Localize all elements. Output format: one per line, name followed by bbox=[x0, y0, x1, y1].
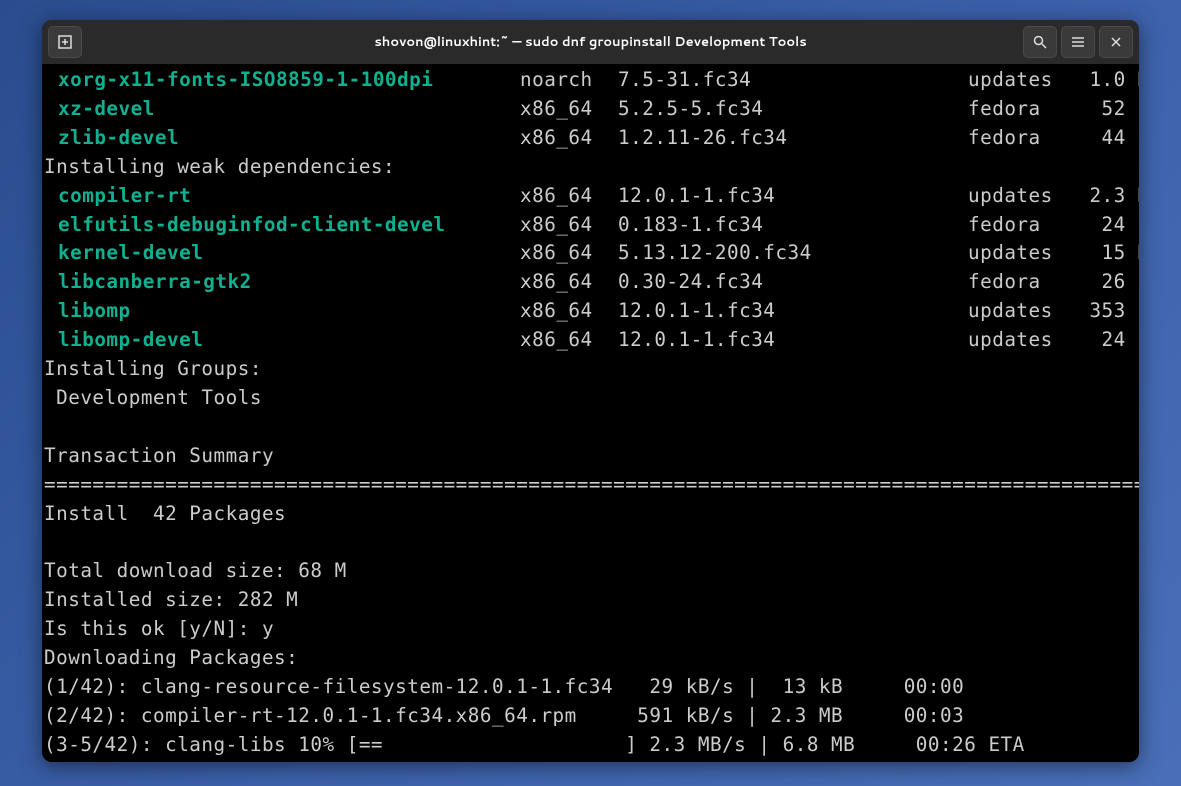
package-repo: fedora bbox=[968, 268, 1080, 297]
search-button[interactable] bbox=[1023, 26, 1057, 58]
package-repo: updates bbox=[968, 326, 1080, 355]
package-version: 12.0.1-1.fc34 bbox=[618, 326, 968, 355]
close-button[interactable] bbox=[1099, 26, 1133, 58]
package-size: 52 k bbox=[1080, 95, 1139, 124]
package-version: 12.0.1-1.fc34 bbox=[618, 297, 968, 326]
package-size: 24 k bbox=[1080, 326, 1139, 355]
text-line: Installed size: 282 M bbox=[44, 586, 1137, 615]
package-name: libcanberra-gtk2 bbox=[58, 268, 520, 297]
package-arch: x86_64 bbox=[520, 211, 618, 240]
package-row: xz-develx86_645.2.5-5.fc34fedora 52 k bbox=[44, 95, 1137, 124]
text-line: Installing Groups: bbox=[44, 355, 1137, 384]
package-arch: x86_64 bbox=[520, 326, 618, 355]
package-row: xorg-x11-fonts-ISO8859-1-100dpinoarch7.5… bbox=[44, 66, 1137, 95]
package-size: 26 k bbox=[1080, 268, 1139, 297]
package-row: libcanberra-gtk2x86_640.30-24.fc34fedora… bbox=[44, 268, 1137, 297]
package-arch: x86_64 bbox=[520, 239, 618, 268]
package-repo: fedora bbox=[968, 124, 1080, 153]
package-name: compiler-rt bbox=[58, 182, 520, 211]
package-row: zlib-develx86_641.2.11-26.fc34fedora 44 … bbox=[44, 124, 1137, 153]
package-version: 5.2.5-5.fc34 bbox=[618, 95, 968, 124]
package-size: 15 M bbox=[1080, 239, 1139, 268]
package-repo: updates bbox=[968, 297, 1080, 326]
package-size: 353 k bbox=[1080, 297, 1139, 326]
package-version: 0.30-24.fc34 bbox=[618, 268, 968, 297]
package-size: 1.0 M bbox=[1080, 66, 1139, 95]
text-line: Installing weak dependencies: bbox=[44, 153, 1137, 182]
package-size: 44 k bbox=[1080, 124, 1139, 153]
window-title: shovon@linuxhint:~ — sudo dnf groupinsta… bbox=[374, 33, 806, 51]
download-progress-line: (3-5/42): clang-libs 10% [== ] 2.3 MB/s … bbox=[44, 731, 1137, 760]
package-arch: x86_64 bbox=[520, 182, 618, 211]
package-name: xorg-x11-fonts-ISO8859-1-100dpi bbox=[58, 66, 520, 95]
terminal-output[interactable]: xorg-x11-fonts-ISO8859-1-100dpinoarch7.5… bbox=[42, 64, 1139, 762]
package-repo: updates bbox=[968, 239, 1080, 268]
package-name: libomp-devel bbox=[58, 326, 520, 355]
package-repo: updates bbox=[968, 182, 1080, 211]
package-name: libomp bbox=[58, 297, 520, 326]
package-row: libompx86_6412.0.1-1.fc34updates353 k bbox=[44, 297, 1137, 326]
package-arch: noarch bbox=[520, 66, 618, 95]
package-repo: fedora bbox=[968, 95, 1080, 124]
package-version: 1.2.11-26.fc34 bbox=[618, 124, 968, 153]
package-version: 0.183-1.fc34 bbox=[618, 211, 968, 240]
package-repo: fedora bbox=[968, 211, 1080, 240]
package-name: zlib-devel bbox=[58, 124, 520, 153]
text-line: Install 42 Packages bbox=[44, 500, 1137, 529]
divider-line: ========================================… bbox=[44, 471, 1137, 500]
package-version: 7.5-31.fc34 bbox=[618, 66, 968, 95]
package-arch: x86_64 bbox=[520, 124, 618, 153]
package-repo: updates bbox=[968, 66, 1080, 95]
package-row: elfutils-debuginfod-client-develx86_640.… bbox=[44, 211, 1137, 240]
package-size: 2.3 M bbox=[1080, 182, 1139, 211]
package-name: kernel-devel bbox=[58, 239, 520, 268]
package-row: libomp-develx86_6412.0.1-1.fc34updates 2… bbox=[44, 326, 1137, 355]
package-size: 24 k bbox=[1080, 211, 1139, 240]
menu-button[interactable] bbox=[1061, 26, 1095, 58]
package-version: 5.13.12-200.fc34 bbox=[618, 239, 968, 268]
terminal-window: shovon@linuxhint:~ — sudo dnf groupinsta… bbox=[42, 20, 1139, 762]
titlebar: shovon@linuxhint:~ — sudo dnf groupinsta… bbox=[42, 20, 1139, 64]
text-line: Development Tools bbox=[44, 384, 1137, 413]
package-arch: x86_64 bbox=[520, 297, 618, 326]
package-row: kernel-develx86_645.13.12-200.fc34update… bbox=[44, 239, 1137, 268]
download-line: (1/42): clang-resource-filesystem-12.0.1… bbox=[44, 673, 1137, 702]
download-line: (2/42): compiler-rt-12.0.1-1.fc34.x86_64… bbox=[44, 702, 1137, 731]
package-name: xz-devel bbox=[58, 95, 520, 124]
new-tab-button[interactable] bbox=[48, 26, 82, 58]
confirm-prompt: Is this ok [y/N]: y bbox=[44, 615, 1137, 644]
text-line: Downloading Packages: bbox=[44, 644, 1137, 673]
package-name: elfutils-debuginfod-client-devel bbox=[58, 211, 520, 240]
text-line: Transaction Summary bbox=[44, 442, 1137, 471]
package-arch: x86_64 bbox=[520, 95, 618, 124]
text-line: Total download size: 68 M bbox=[44, 557, 1137, 586]
package-row: compiler-rtx86_6412.0.1-1.fc34updates2.3… bbox=[44, 182, 1137, 211]
package-version: 12.0.1-1.fc34 bbox=[618, 182, 968, 211]
package-arch: x86_64 bbox=[520, 268, 618, 297]
